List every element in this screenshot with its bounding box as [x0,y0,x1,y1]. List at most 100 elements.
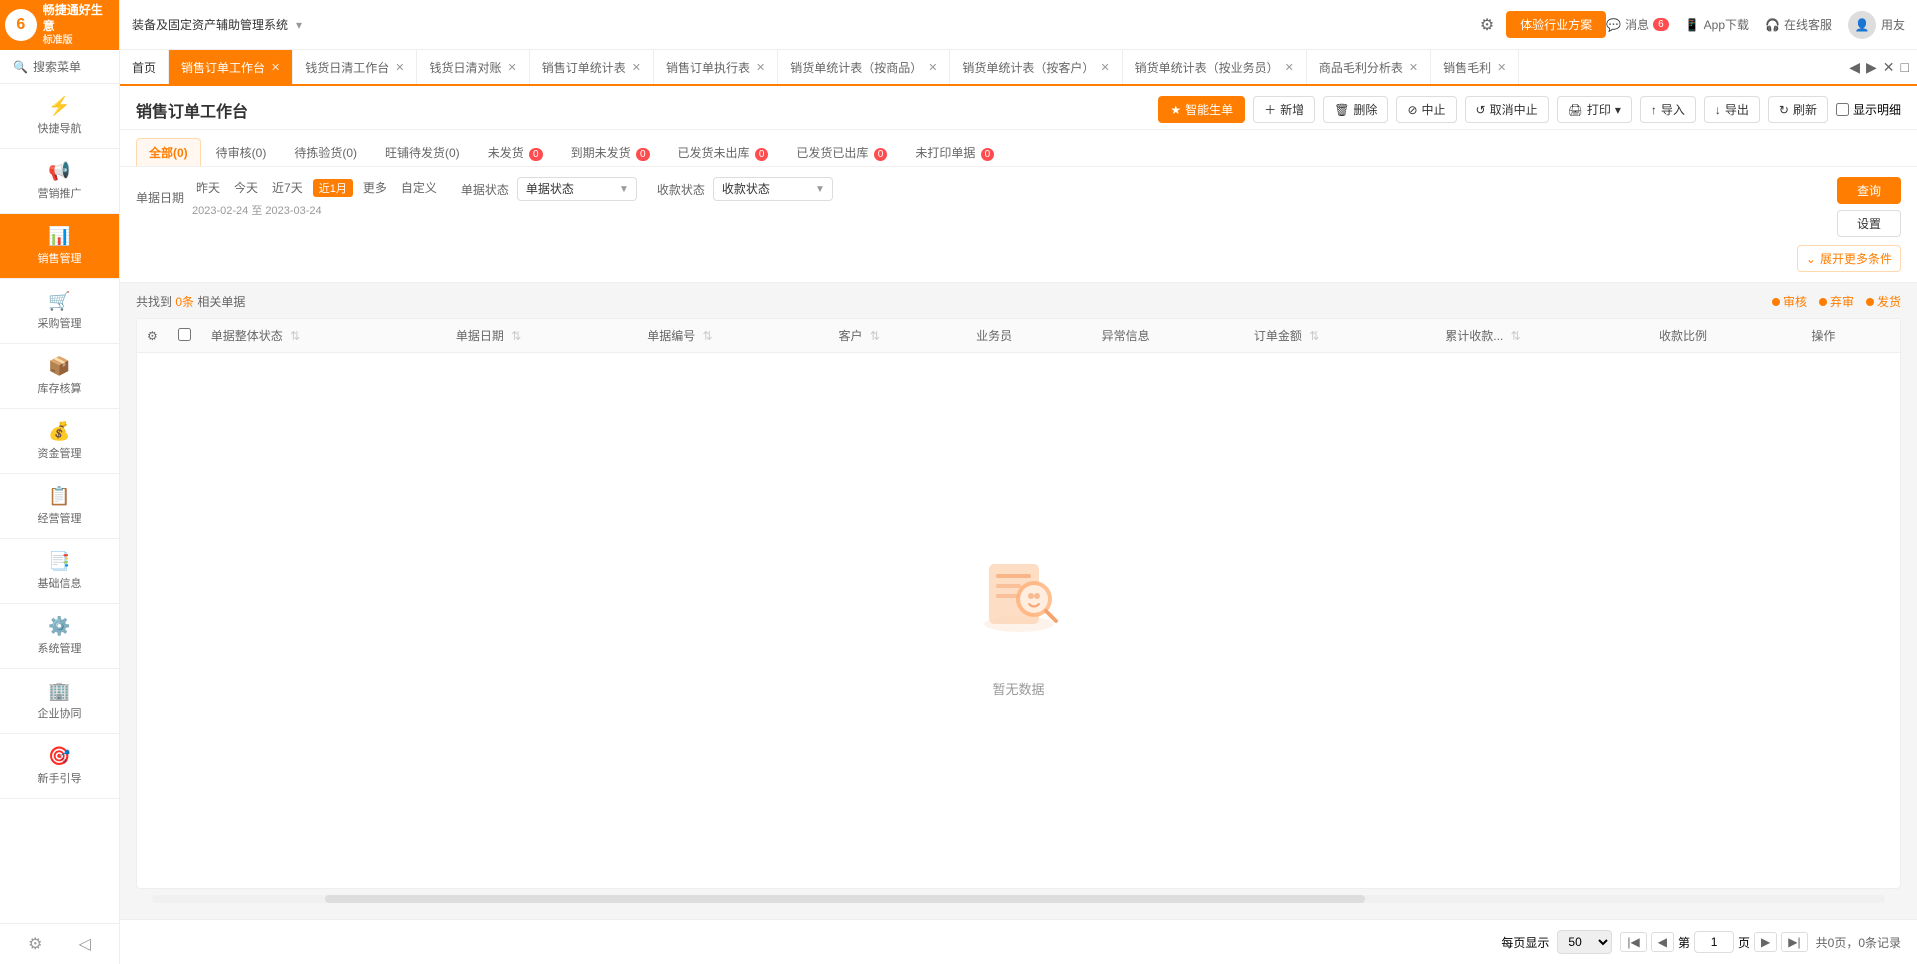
tab-restore-button[interactable]: □ [1901,59,1909,75]
sidebar-search[interactable]: 🔍 搜索菜单 [0,50,119,84]
subtab-wangpu-ship[interactable]: 旺铺待发货(0) [372,138,473,166]
sort-date-icon[interactable]: ⇅ [511,329,521,343]
settings-filter-button[interactable]: 设置 [1837,210,1901,237]
system-dropdown-arrow[interactable]: ▾ [296,18,302,32]
industry-solution-button[interactable]: 体验行业方案 [1506,11,1606,38]
payment-select-wrap[interactable]: 收款状态 [713,177,833,201]
sidebar-item-operations[interactable]: 📋 经营管理 [0,474,119,539]
tab-close-sales-profit[interactable]: ✕ [1497,61,1506,74]
print-dropdown-arrow[interactable]: ▾ [1615,103,1621,117]
scrollbar-thumb[interactable] [325,895,1365,903]
date-opt-7days[interactable]: 近7天 [268,177,307,198]
last-page-button[interactable]: ▶| [1781,932,1807,952]
sidebar-item-purchase[interactable]: 🛒 采购管理 [0,279,119,344]
sidebar-item-system[interactable]: ⚙️ 系统管理 [0,604,119,669]
cancel-review-action-button[interactable]: 弃审 [1819,293,1854,310]
tab-close-sales-stats-customer[interactable]: ✕ [1100,61,1109,74]
online-service-button[interactable]: 🎧 在线客服 [1765,16,1832,33]
tab-sales-stats-salesperson[interactable]: 销货单统计表（按业务员） ✕ [1123,50,1307,85]
tab-close-sales-order-stats[interactable]: ✕ [632,61,641,74]
subtab-pending-review[interactable]: 待审核(0) [203,138,280,166]
prev-page-button[interactable]: ◀ [1651,932,1674,952]
date-opt-1month-active[interactable]: 近1月 [313,179,353,197]
export-button[interactable]: ↓ 导出 [1704,96,1760,123]
print-button[interactable]: 🖨 打印 ▾ [1557,96,1632,123]
subtab-not-shipped[interactable]: 未发货 0 [475,138,556,166]
query-button[interactable]: 查询 [1837,177,1901,204]
tab-sales-workbench[interactable]: 销售订单工作台 ✕ [169,50,293,85]
next-page-button[interactable]: ▶ [1754,932,1777,952]
tab-close-sales-workbench[interactable]: ✕ [271,61,280,74]
date-opt-custom[interactable]: 自定义 [397,177,441,198]
tab-close-all-button[interactable]: ✕ [1883,59,1895,76]
delete-button[interactable]: 🗑 删除 [1323,96,1388,123]
tab-cash-reconcile[interactable]: 钱货日清对账 ✕ [417,50,529,85]
tab-close-sales-order-exec[interactable]: ✕ [756,61,765,74]
horizontal-scrollbar[interactable] [152,895,1885,903]
tab-sales-order-exec[interactable]: 销售订单执行表 ✕ [654,50,778,85]
tab-sales-order-stats[interactable]: 销售订单统计表 ✕ [530,50,654,85]
show-detail-label[interactable]: 显示明细 [1836,101,1901,118]
expand-conditions-button[interactable]: ⌄ 展开更多条件 [1797,245,1901,272]
tab-sales-stats-customer[interactable]: 销货单统计表（按客户） ✕ [950,50,1122,85]
sidebar-item-newbie[interactable]: 🎯 新手引导 [0,734,119,799]
subtab-all[interactable]: 全部(0) [136,138,201,166]
table-settings-icon[interactable]: ⚙ [147,329,158,343]
subtab-shipped-not-out[interactable]: 已发货未出库 0 [665,138,782,166]
date-opt-more[interactable]: 更多 [359,177,391,198]
message-button[interactable]: 💬 消息 6 [1606,16,1669,33]
settings-bottom-icon[interactable]: ⚙ [28,934,42,954]
date-opt-today[interactable]: 今天 [230,177,262,198]
subtab-overdue-ship[interactable]: 到期未发货 0 [558,138,663,166]
add-button[interactable]: ＋ 新增 [1253,96,1315,123]
tab-close-cash-reconcile[interactable]: ✕ [508,61,517,74]
sidebar-item-marketing[interactable]: 📢 营销推广 [0,149,119,214]
select-all-checkbox[interactable] [178,328,191,341]
tab-next-button[interactable]: ▶ [1866,59,1877,76]
sort-amount-icon[interactable]: ⇅ [1309,329,1319,343]
collapse-icon[interactable]: ◁ [79,934,91,954]
sidebar-item-quick-nav[interactable]: ⚡ 快捷导航 [0,84,119,149]
tab-sales-profit[interactable]: 销售毛利 ✕ [1431,50,1519,85]
subtab-pending-check[interactable]: 待拣验货(0) [281,138,370,166]
cancel-stop-button[interactable]: ↺ 取消中止 [1465,96,1549,123]
tab-cash-daily[interactable]: 钱货日清工作台 ✕ [293,50,417,85]
per-page-select[interactable]: 50 20 100 [1557,930,1612,954]
sidebar-item-sales[interactable]: 📊 销售管理 [0,214,119,279]
sidebar-item-finance[interactable]: 💰 资金管理 [0,409,119,474]
subtab-not-printed[interactable]: 未打印单据 0 [902,138,1007,166]
user-menu[interactable]: 👤 用友 [1848,11,1905,39]
page-input[interactable]: 1 [1694,931,1734,953]
sort-customer-icon[interactable]: ⇅ [870,329,880,343]
tab-prev-button[interactable]: ◀ [1849,59,1860,76]
sort-status-icon[interactable]: ⇅ [290,329,300,343]
tab-sales-stats-product[interactable]: 销货单统计表（按商品） ✕ [778,50,950,85]
sort-number-icon[interactable]: ⇅ [703,329,713,343]
smart-create-button[interactable]: ★ 智能生单 [1158,96,1245,123]
enterprise-icon: 🏢 [48,681,70,702]
tab-product-margin[interactable]: 商品毛利分析表 ✕ [1307,50,1431,85]
tab-close-sales-stats-product[interactable]: ✕ [928,61,937,74]
show-detail-checkbox[interactable] [1836,103,1849,116]
topbar-settings-icon[interactable]: ⚙ [1480,17,1494,34]
sidebar-item-inventory[interactable]: 📦 库存核算 [0,344,119,409]
app-download-button[interactable]: 📱 App下载 [1685,16,1749,33]
tab-close-product-margin[interactable]: ✕ [1409,61,1418,74]
status-select[interactable]: 单据状态 [517,177,637,201]
stop-button[interactable]: ⊘ 中止 [1396,96,1456,123]
tab-close-sales-stats-salesperson[interactable]: ✕ [1285,61,1294,74]
review-action-button[interactable]: 审核 [1772,293,1807,310]
tab-home[interactable]: 首页 [120,50,169,85]
date-opt-yesterday[interactable]: 昨天 [192,177,224,198]
tab-close-cash-daily[interactable]: ✕ [395,61,404,74]
ship-action-button[interactable]: 发货 [1866,293,1901,310]
sidebar-item-base-info[interactable]: 📑 基础信息 [0,539,119,604]
sort-received-icon[interactable]: ⇅ [1511,329,1521,343]
refresh-button[interactable]: ↻ 刷新 [1768,96,1828,123]
import-button[interactable]: ↑ 导入 [1640,96,1696,123]
first-page-button[interactable]: |◀ [1620,932,1646,952]
status-select-wrap[interactable]: 单据状态 [517,177,637,201]
sidebar-item-enterprise[interactable]: 🏢 企业协同 [0,669,119,734]
subtab-shipped-out[interactable]: 已发货已出库 0 [783,138,900,166]
payment-select[interactable]: 收款状态 [713,177,833,201]
